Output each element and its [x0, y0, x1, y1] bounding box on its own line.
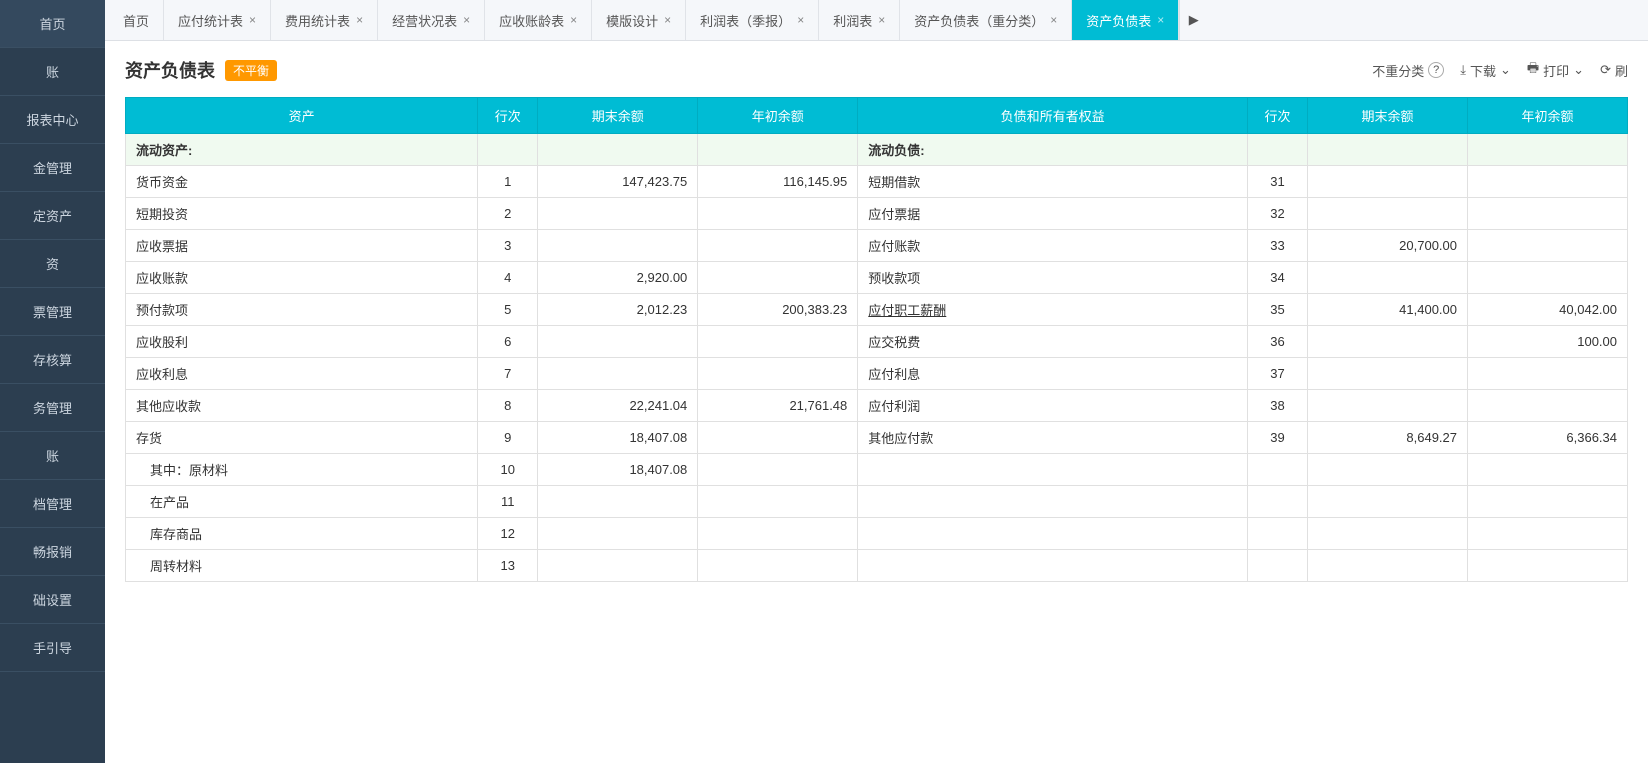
header-liabilities: 负债和所有者权益 — [858, 98, 1248, 134]
header-row-no2: 行次 — [1248, 98, 1308, 134]
table-row: 应收利息 7 应付利息 37 — [126, 358, 1628, 390]
print-icon: 🖶 — [1527, 59, 1539, 81]
tab-expense-stats[interactable]: 费用统计表 × — [271, 0, 378, 40]
tab-close-operation-status[interactable]: × — [463, 13, 470, 27]
table-row: 预付款项 5 2,012.23 200,383.23 应付职工薪酬 35 41,… — [126, 294, 1628, 326]
sidebar-item-guide[interactable]: 手引导 — [0, 624, 105, 672]
download-chevron-icon: ⌄ — [1500, 62, 1511, 78]
unbalanced-badge: 不平衡 — [225, 60, 277, 81]
tab-bar: 首页 应付统计表 × 费用统计表 × 经营状况表 × 应收账龄表 × 模版设计 … — [105, 0, 1648, 41]
download-icon: ⤓ — [1460, 62, 1466, 78]
tab-close-balance-sheet[interactable]: × — [1157, 13, 1164, 27]
toolbar-right: 不重分类 ? ⤓ 下载 ⌄ 🖶 打印 ⌄ ⟳ 刷 — [1372, 59, 1628, 81]
tab-payable-stats[interactable]: 应付统计表 × — [164, 0, 271, 40]
page-header: 资产负债表 不平衡 不重分类 ? ⤓ 下载 ⌄ 🖶 打印 ⌄ — [125, 57, 1628, 83]
tab-profit[interactable]: 利润表 × — [819, 0, 900, 40]
print-button[interactable]: 🖶 打印 ⌄ — [1527, 59, 1584, 81]
tab-close-payable-stats[interactable]: × — [249, 13, 256, 27]
tab-scroll-arrow[interactable]: ▶ — [1179, 0, 1207, 40]
table-row: 应收账款 4 2,920.00 预收款项 34 — [126, 262, 1628, 294]
tab-close-receivable-aging[interactable]: × — [570, 13, 577, 27]
tab-close-balance-reclassified[interactable]: × — [1050, 13, 1057, 27]
sidebar-item-fixed-assets[interactable]: 定资产 — [0, 192, 105, 240]
content-area: 资产负债表 不平衡 不重分类 ? ⤓ 下载 ⌄ 🖶 打印 ⌄ — [105, 41, 1648, 763]
refresh-button[interactable]: ⟳ 刷 — [1600, 61, 1628, 80]
tab-balance-reclassified[interactable]: 资产负债表（重分类） × — [900, 0, 1072, 40]
header-year-start: 年初余额 — [698, 98, 858, 134]
section-current-assets: 流动资产: 流动负债: — [126, 134, 1628, 166]
sidebar: 首页 账 报表中心 金管理 定资产 资 票管理 存核算 务管理 账 档管理 畅报… — [0, 0, 105, 763]
sidebar-item-inventory[interactable]: 存核算 — [0, 336, 105, 384]
tab-close-expense-stats[interactable]: × — [356, 13, 363, 27]
page-title: 资产负债表 — [125, 57, 215, 83]
header-end-balance2: 期末余额 — [1308, 98, 1468, 134]
tab-home[interactable]: 首页 — [109, 0, 164, 40]
sidebar-item-settings[interactable]: 础设置 — [0, 576, 105, 624]
header-assets: 资产 — [126, 98, 478, 134]
refresh-icon: ⟳ — [1600, 62, 1611, 78]
tab-receivable-aging[interactable]: 应收账龄表 × — [485, 0, 592, 40]
sidebar-item-home[interactable]: 首页 — [0, 0, 105, 48]
tab-operation-status[interactable]: 经营状况表 × — [378, 0, 485, 40]
table-row: 应收股利 6 应交税费 36 100.00 — [126, 326, 1628, 358]
table-row: 其他应收款 8 22,241.04 21,761.48 应付利润 38 — [126, 390, 1628, 422]
sidebar-item-tax-mgmt[interactable]: 务管理 — [0, 384, 105, 432]
tab-close-template-design[interactable]: × — [664, 13, 671, 27]
tab-profit-quarterly[interactable]: 利润表（季报） × — [686, 0, 819, 40]
tab-close-profit[interactable]: × — [878, 13, 885, 27]
help-icon[interactable]: ? — [1428, 62, 1444, 78]
download-button[interactable]: ⤓ 下载 ⌄ — [1460, 61, 1511, 80]
table-row: 应收票据 3 应付账款 33 20,700.00 — [126, 230, 1628, 262]
tab-balance-sheet[interactable]: 资产负债表 × — [1072, 0, 1179, 40]
balance-sheet-table: 资产 行次 期末余额 年初余额 负债和所有者权益 行次 期末余额 年初余额 流动… — [125, 97, 1628, 582]
sidebar-item-expense[interactable]: 畅报销 — [0, 528, 105, 576]
table-row: 其中：原材料 10 18,407.08 — [126, 454, 1628, 486]
table-row: 在产品 11 — [126, 486, 1628, 518]
page-title-area: 资产负债表 不平衡 — [125, 57, 277, 83]
sidebar-item-invoice-mgmt[interactable]: 票管理 — [0, 288, 105, 336]
sidebar-item-archive[interactable]: 档管理 — [0, 480, 105, 528]
table-row: 货币资金 1 147,423.75 116,145.95 短期借款 31 — [126, 166, 1628, 198]
header-end-balance: 期末余额 — [538, 98, 698, 134]
sidebar-item-accounts[interactable]: 账 — [0, 432, 105, 480]
tab-template-design[interactable]: 模版设计 × — [592, 0, 686, 40]
tab-close-profit-quarterly[interactable]: × — [797, 13, 804, 27]
print-chevron-icon: ⌄ — [1573, 62, 1584, 78]
sidebar-item-capital[interactable]: 资 — [0, 240, 105, 288]
sidebar-item-ledger[interactable]: 账 — [0, 48, 105, 96]
table-row: 短期投资 2 应付票据 32 — [126, 198, 1628, 230]
sidebar-item-cash-mgmt[interactable]: 金管理 — [0, 144, 105, 192]
header-year-start2: 年初余额 — [1468, 98, 1628, 134]
table-row: 库存商品 12 — [126, 518, 1628, 550]
classify-toggle[interactable]: 不重分类 ? — [1372, 61, 1444, 80]
header-row-no: 行次 — [478, 98, 538, 134]
table-row: 周转材料 13 — [126, 550, 1628, 582]
sidebar-item-report-center[interactable]: 报表中心 — [0, 96, 105, 144]
main-area: 首页 应付统计表 × 费用统计表 × 经营状况表 × 应收账龄表 × 模版设计 … — [105, 0, 1648, 763]
table-row: 存货 9 18,407.08 其他应付款 39 8,649.27 6,366.3… — [126, 422, 1628, 454]
